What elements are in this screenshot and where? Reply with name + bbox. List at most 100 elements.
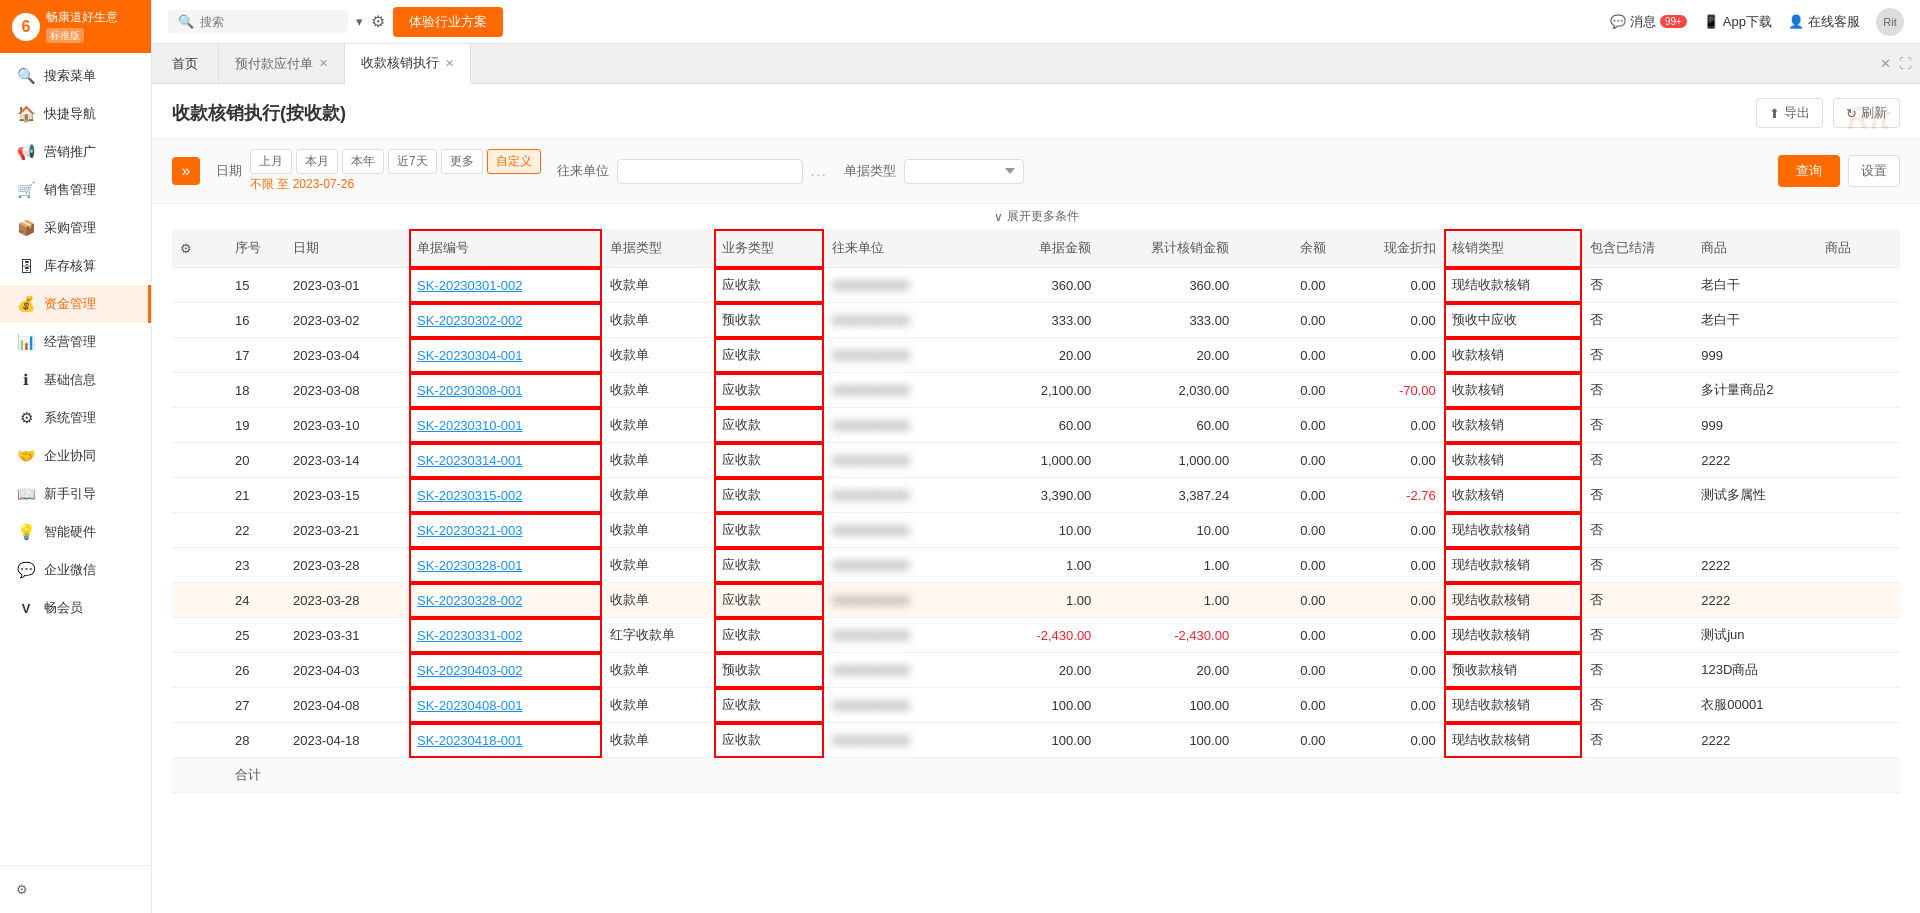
messages-button[interactable]: 💬 消息 99+	[1610, 13, 1687, 31]
sidebar-item-system[interactable]: ⚙ 系统管理	[0, 399, 151, 437]
table-row[interactable]: 22 2023-03-21 SK-20230321-003 收款单 应收款 XX…	[172, 513, 1900, 548]
sidebar-item-purchase[interactable]: 📦 采购管理	[0, 209, 151, 247]
partner-input[interactable]	[617, 159, 803, 184]
total-settings	[172, 758, 227, 793]
sidebar-item-shortcut[interactable]: 🏠 快捷导航	[0, 95, 151, 133]
cell-biz-type: 应收款	[714, 688, 824, 723]
cell-biz-type: 应收款	[714, 443, 824, 478]
sidebar-item-marketing[interactable]: 📢 营销推广	[0, 133, 151, 171]
doc-no-link[interactable]: SK-20230308-001	[417, 383, 523, 398]
this-year-btn[interactable]: 本年	[342, 149, 384, 174]
doc-no-link[interactable]: SK-20230321-003	[417, 523, 523, 538]
table-row[interactable]: 18 2023-03-08 SK-20230308-001 收款单 应收款 XX…	[172, 373, 1900, 408]
doc-no-link[interactable]: SK-20230315-002	[417, 488, 523, 503]
doctype-select[interactable]	[904, 159, 1024, 184]
sidebar-item-inventory[interactable]: 🗄 库存核算	[0, 247, 151, 285]
refresh-button[interactable]: ↻ 刷新	[1833, 98, 1900, 128]
sidebar-item-basic[interactable]: ℹ 基础信息	[0, 361, 151, 399]
sidebar-item-operation[interactable]: 📊 经营管理	[0, 323, 151, 361]
doc-no-link[interactable]: SK-20230301-002	[417, 278, 523, 293]
expand-more-button[interactable]: ∨ 展开更多条件	[994, 208, 1079, 225]
doc-no-link[interactable]: SK-20230408-001	[417, 698, 523, 713]
wechat-icon: 💬	[16, 561, 36, 579]
sidebar-item-finance[interactable]: 💰 资金管理	[0, 285, 151, 323]
sidebar-item-sales[interactable]: 🛒 销售管理	[0, 171, 151, 209]
tab-expand-icon[interactable]: ⛶	[1899, 56, 1912, 71]
last-7days-btn[interactable]: 近7天	[388, 149, 437, 174]
date-label: 日期	[216, 162, 242, 180]
user-avatar[interactable]: Rit	[1876, 8, 1904, 36]
table-row[interactable]: 26 2023-04-03 SK-20230403-002 收款单 预收款 XX…	[172, 653, 1900, 688]
sidebar-settings-btn[interactable]: ⚙	[0, 874, 151, 905]
partner-value: XXXXXXXXX	[832, 313, 910, 328]
cell-cancel-type: 预收中应收	[1444, 303, 1582, 338]
sidebar-item-corp[interactable]: 🤝 企业协同	[0, 437, 151, 475]
doc-no-link[interactable]: SK-20230310-001	[417, 418, 523, 433]
table-row[interactable]: 17 2023-03-04 SK-20230304-001 收款单 应收款 XX…	[172, 338, 1900, 373]
cell-discount: 0.00	[1334, 513, 1444, 548]
cell-amount: 60.00	[975, 408, 1099, 443]
tab-home[interactable]: 首页	[152, 44, 219, 83]
industry-solution-button[interactable]: 体验行业方案	[393, 7, 503, 37]
custom-date-btn[interactable]: 自定义	[487, 149, 541, 174]
filter-expand-button[interactable]: »	[172, 157, 200, 185]
sidebar-item-hardware[interactable]: 💡 智能硬件	[0, 513, 151, 551]
cell-no: 28	[227, 723, 285, 758]
tab-close-all-icon[interactable]: ✕	[1880, 56, 1891, 71]
table-row[interactable]: 20 2023-03-14 SK-20230314-001 收款单 应收款 XX…	[172, 443, 1900, 478]
app-download-button[interactable]: 📱 App下载	[1703, 13, 1772, 31]
cell-partner: XXXXXXXXX	[824, 338, 976, 373]
doc-no-link[interactable]: SK-20230331-002	[417, 628, 523, 643]
topbar-dropdown[interactable]: ▾	[356, 14, 363, 29]
doc-no-link[interactable]: SK-20230314-001	[417, 453, 523, 468]
sidebar-item-search[interactable]: 🔍 搜索菜单	[0, 57, 151, 95]
sidebar-item-member[interactable]: V 畅会员	[0, 589, 151, 627]
doc-no-link[interactable]: SK-20230304-001	[417, 348, 523, 363]
table-row[interactable]: 16 2023-03-02 SK-20230302-002 收款单 预收款 XX…	[172, 303, 1900, 338]
more-date-btn[interactable]: 更多	[441, 149, 483, 174]
tab-collection[interactable]: 收款核销执行 ✕	[345, 44, 471, 84]
cell-discount: 0.00	[1334, 408, 1444, 443]
sidebar-item-wechat[interactable]: 💬 企业微信	[0, 551, 151, 589]
sidebar-item-guide[interactable]: 📖 新手引导	[0, 475, 151, 513]
this-month-btn[interactable]: 本月	[296, 149, 338, 174]
tab-prepay[interactable]: 预付款应付单 ✕	[219, 44, 345, 83]
member-icon: V	[16, 601, 36, 616]
cell-product: 999	[1693, 408, 1817, 443]
purchase-icon: 📦	[16, 219, 36, 237]
table-row[interactable]: 25 2023-03-31 SK-20230331-002 红字收款单 应收款 …	[172, 618, 1900, 653]
topbar-search-input[interactable]	[200, 15, 320, 29]
table-row[interactable]: 19 2023-03-10 SK-20230310-001 收款单 应收款 XX…	[172, 408, 1900, 443]
table-row[interactable]: 24 2023-03-28 SK-20230328-002 收款单 应收款 XX…	[172, 583, 1900, 618]
th-settings[interactable]: ⚙	[172, 229, 227, 268]
tab-collection-close[interactable]: ✕	[445, 57, 454, 70]
doc-no-link[interactable]: SK-20230328-001	[417, 558, 523, 573]
online-service-button[interactable]: 👤 在线客服	[1788, 13, 1860, 31]
topbar-gear-icon[interactable]: ⚙	[371, 12, 385, 31]
table-row[interactable]: 15 2023-03-01 SK-20230301-002 收款单 应收款 XX…	[172, 268, 1900, 303]
partner-value: XXXXXXXXX	[832, 453, 910, 468]
cell-balance: 0.00	[1237, 478, 1333, 513]
cell-partner: XXXXXXXXX	[824, 373, 976, 408]
doc-no-link[interactable]: SK-20230302-002	[417, 313, 523, 328]
doc-no-link[interactable]: SK-20230328-002	[417, 593, 523, 608]
cell-product: 测试jun	[1693, 618, 1817, 653]
tab-prepay-close[interactable]: ✕	[319, 57, 328, 70]
table-row[interactable]: 23 2023-03-28 SK-20230328-001 收款单 应收款 XX…	[172, 548, 1900, 583]
table-row[interactable]: 27 2023-04-08 SK-20230408-001 收款单 应收款 XX…	[172, 688, 1900, 723]
table-container: ⚙ 序号 日期 单据编号 单据类型 业务类型 往来单位 单据金额 累计核销金额 …	[152, 229, 1920, 913]
setting-button[interactable]: 设置	[1848, 155, 1900, 187]
doc-no-link[interactable]: SK-20230418-001	[417, 733, 523, 748]
cell-include: 否	[1582, 653, 1694, 688]
cell-date: 2023-03-10	[285, 408, 409, 443]
topbar-search-box[interactable]: 🔍	[168, 10, 348, 33]
app-name: 畅康道好生意	[46, 10, 118, 26]
table-row[interactable]: 21 2023-03-15 SK-20230315-002 收款单 应收款 XX…	[172, 478, 1900, 513]
table-row[interactable]: 28 2023-04-18 SK-20230418-001 收款单 应收款 XX…	[172, 723, 1900, 758]
cell-balance: 0.00	[1237, 443, 1333, 478]
cell-doc-type: 收款单	[602, 653, 714, 688]
doc-no-link[interactable]: SK-20230403-002	[417, 663, 523, 678]
export-button[interactable]: ⬆ 导出	[1756, 98, 1823, 128]
last-month-btn[interactable]: 上月	[250, 149, 292, 174]
query-button[interactable]: 查询	[1778, 155, 1840, 187]
